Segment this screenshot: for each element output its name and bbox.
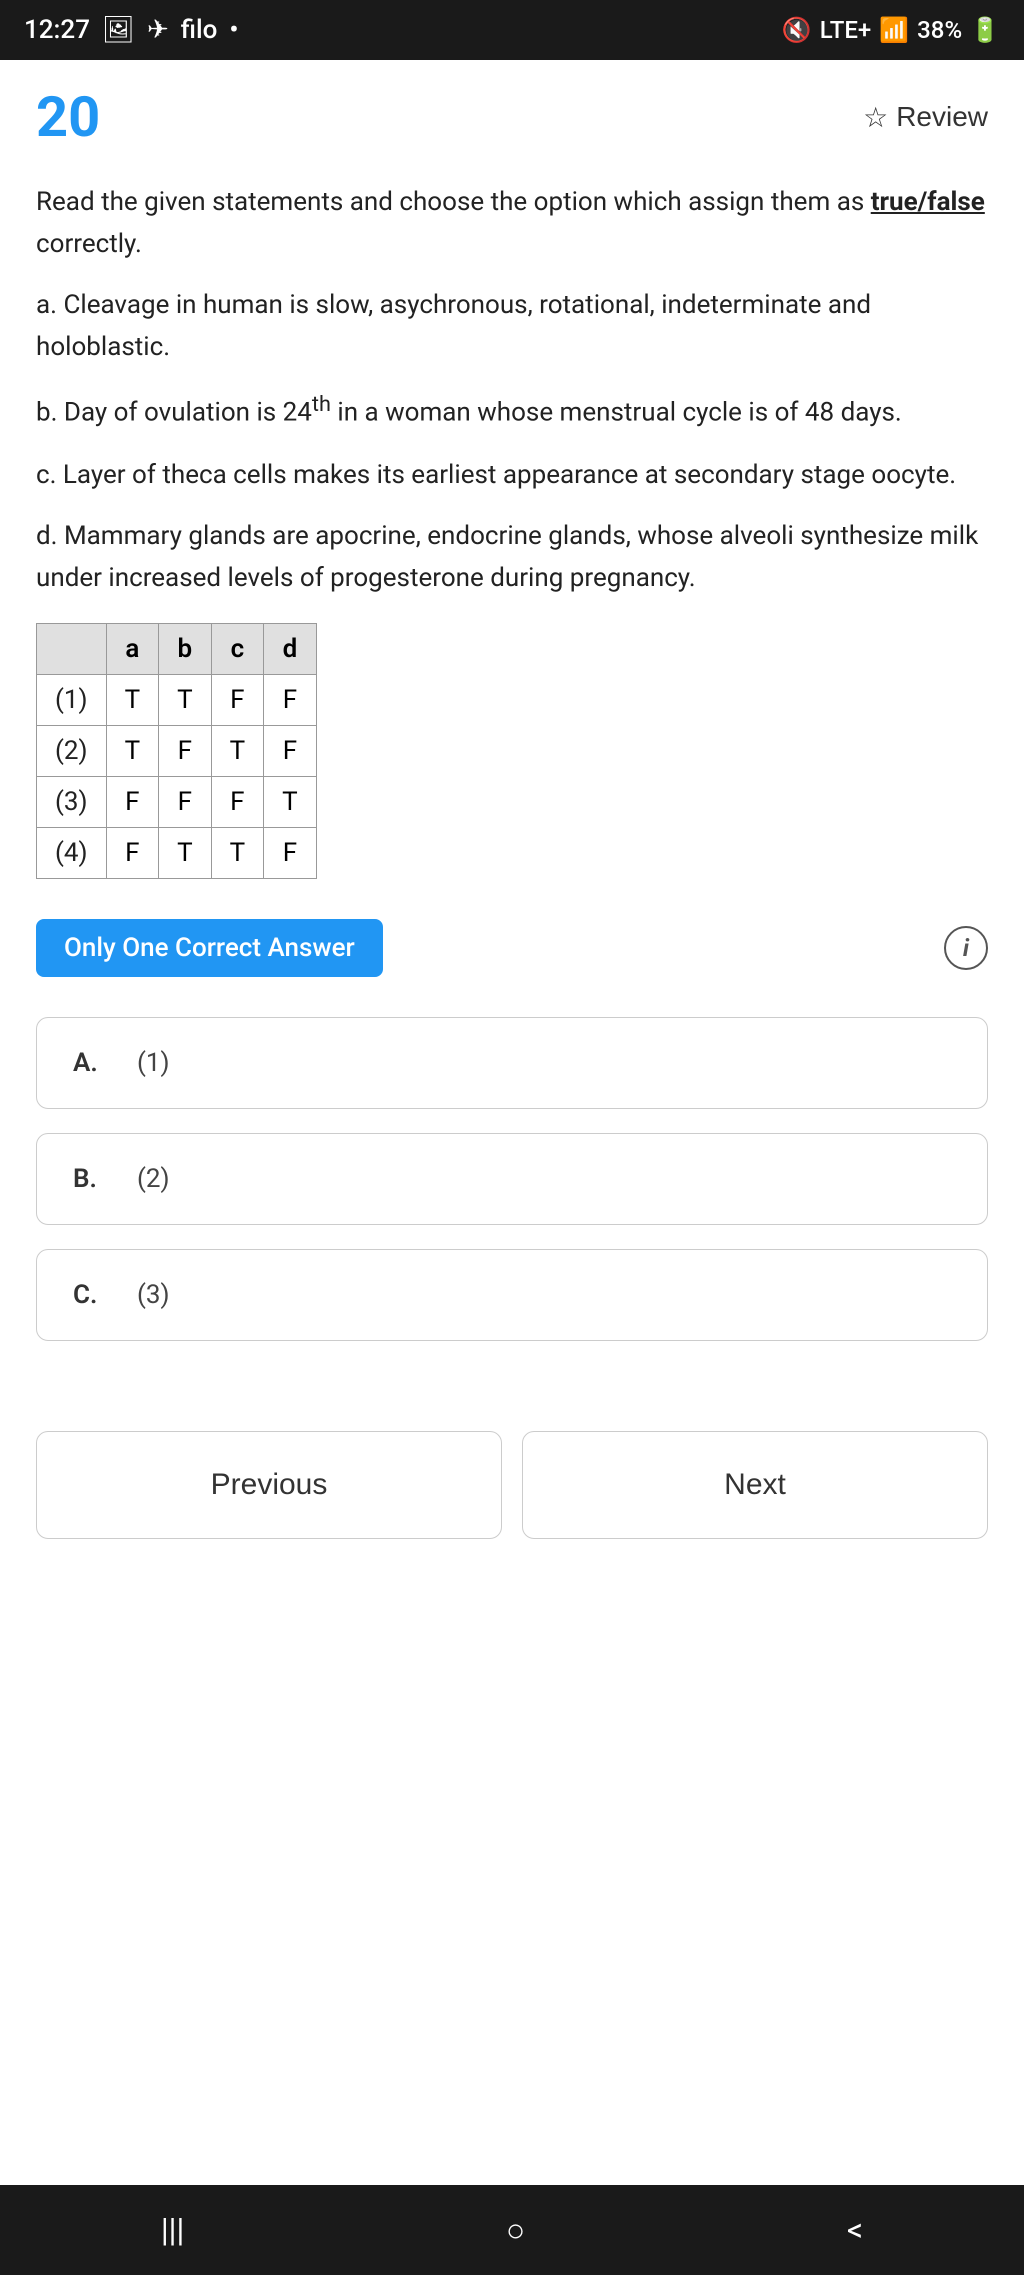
table-header-empty	[37, 624, 107, 675]
statement-d: d. Mammary glands are apocrine, endocrin…	[36, 516, 988, 599]
row-4-d: F	[264, 828, 317, 879]
row-2-a: T	[106, 726, 159, 777]
row-4-option: (4)	[37, 828, 107, 879]
table-row: (2) T F T F	[37, 726, 317, 777]
option-a-letter: A.	[73, 1048, 113, 1078]
row-1-c: F	[211, 675, 264, 726]
statement-c: c. Layer of theca cells makes its earlie…	[36, 455, 988, 497]
status-left: 12:27 🖼 ✈ filo •	[24, 15, 238, 45]
table-row: (4) F T T F	[37, 828, 317, 879]
battery-icon: 🔋	[970, 16, 1000, 44]
mute-icon: 🔇	[782, 16, 812, 44]
row-4-c: T	[211, 828, 264, 879]
row-1-b: T	[159, 675, 212, 726]
statement-b: b. Day of ovulation is 24th in a woman w…	[36, 388, 988, 434]
row-3-d: T	[264, 777, 317, 828]
nav-home-icon[interactable]: ○	[506, 2211, 525, 2249]
row-4-b: T	[159, 828, 212, 879]
info-icon[interactable]: i	[944, 926, 988, 970]
answer-options: A. (1) B. (2) C. (3)	[36, 1017, 988, 1341]
option-c[interactable]: C. (3)	[36, 1249, 988, 1341]
signal-bars: 📶	[879, 16, 909, 44]
table-header-b: b	[159, 624, 212, 675]
battery-percent: 38%	[917, 16, 962, 44]
status-bar: 12:27 🖼 ✈ filo • 🔇 LTE+ 📶 38% 🔋	[0, 0, 1024, 60]
bottom-nav-bar: ||| ○ <	[0, 2185, 1024, 2275]
row-2-b: F	[159, 726, 212, 777]
row-3-b: F	[159, 777, 212, 828]
row-3-a: F	[106, 777, 159, 828]
only-one-correct-badge: Only One Correct Answer	[36, 919, 383, 977]
review-button[interactable]: ☆ Review	[863, 101, 988, 134]
question-content: Read the given statements and choose the…	[0, 166, 1024, 1381]
table-header-a: a	[106, 624, 159, 675]
row-2-d: F	[264, 726, 317, 777]
question-number: 20	[36, 84, 100, 150]
navigation-icon: ✈	[147, 15, 169, 45]
app-name: filo	[181, 15, 218, 45]
option-b-letter: B.	[73, 1164, 113, 1194]
nav-recent-apps-icon[interactable]: |||	[161, 2211, 184, 2249]
row-2-option: (2)	[37, 726, 107, 777]
option-b-value: (2)	[137, 1164, 170, 1194]
navigation-buttons: Previous Next	[0, 1401, 1024, 1539]
nav-back-icon[interactable]: <	[847, 2211, 863, 2249]
table-header-d: d	[264, 624, 317, 675]
option-c-letter: C.	[73, 1280, 113, 1310]
option-c-value: (3)	[137, 1280, 170, 1310]
dot-indicator: •	[229, 15, 238, 45]
statement-a: a. Cleavage in human is slow, asychronou…	[36, 285, 988, 368]
table-row: (1) T T F F	[37, 675, 317, 726]
option-a[interactable]: A. (1)	[36, 1017, 988, 1109]
time-display: 12:27	[24, 15, 90, 45]
star-icon: ☆	[863, 101, 888, 134]
image-icon: 🖼	[102, 15, 135, 45]
table-row: (3) F F F T	[37, 777, 317, 828]
previous-button[interactable]: Previous	[36, 1431, 502, 1539]
review-label: Review	[896, 101, 988, 133]
row-1-d: F	[264, 675, 317, 726]
next-button[interactable]: Next	[522, 1431, 988, 1539]
question-instruction: Read the given statements and choose the…	[36, 182, 988, 265]
option-b[interactable]: B. (2)	[36, 1133, 988, 1225]
row-2-c: T	[211, 726, 264, 777]
table-header-c: c	[211, 624, 264, 675]
row-4-a: F	[106, 828, 159, 879]
header: 20 ☆ Review	[0, 60, 1024, 166]
status-right: 🔇 LTE+ 📶 38% 🔋	[782, 16, 1000, 44]
option-a-value: (1)	[137, 1048, 170, 1078]
row-3-c: F	[211, 777, 264, 828]
signal-label: LTE+	[820, 16, 872, 44]
row-3-option: (3)	[37, 777, 107, 828]
row-1-option: (1)	[37, 675, 107, 726]
truth-table: a b c d (1) T T F F (2) T F T F (3)	[36, 623, 317, 879]
badge-row: Only One Correct Answer i	[36, 919, 988, 977]
row-1-a: T	[106, 675, 159, 726]
